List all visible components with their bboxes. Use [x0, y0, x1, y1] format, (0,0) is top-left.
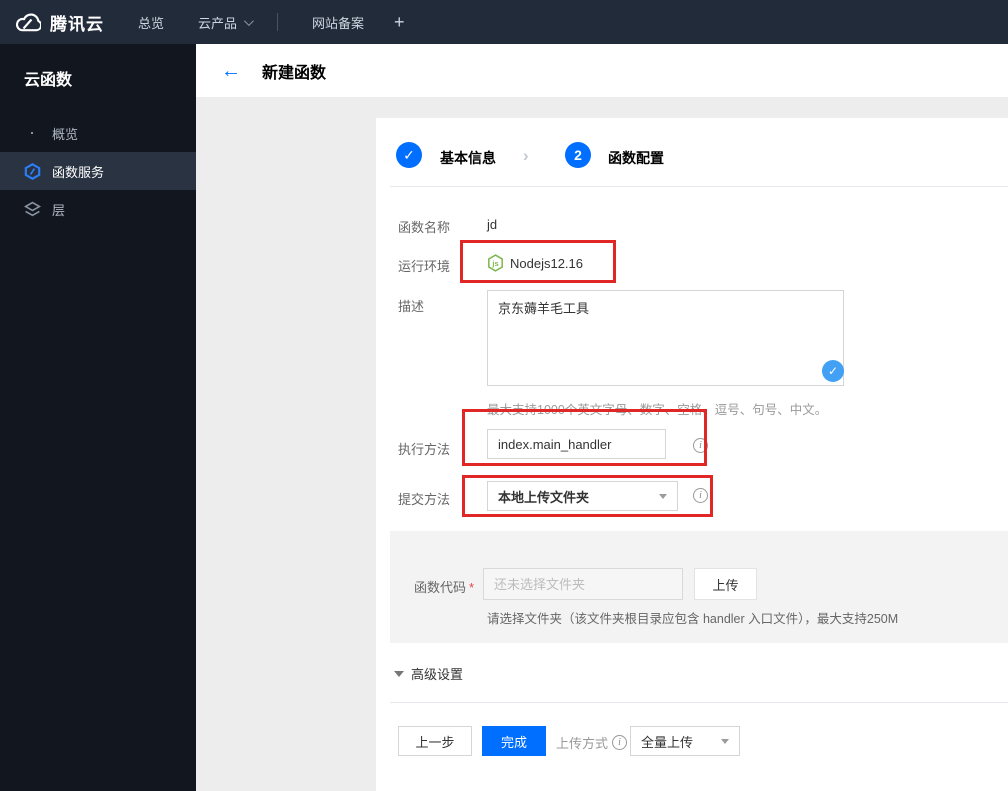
footer-divider [390, 702, 1008, 703]
upload-mode-label: 上传方式 [556, 736, 609, 751]
grid-icon [24, 125, 41, 142]
nodejs-icon: js [487, 254, 504, 277]
top-navbar: 腾讯云 总览 云产品 网站备案 + [0, 0, 1008, 44]
handler-input[interactable] [487, 429, 666, 459]
nav-item-overview[interactable]: 总览 [138, 13, 164, 32]
runtime-value: Nodejs12.16 [510, 256, 583, 271]
nav-item-website-record[interactable]: 网站备案 [312, 13, 364, 32]
step1-done-icon: ✓ [396, 142, 422, 168]
caret-down-icon [721, 738, 729, 744]
function-hexagon-icon [24, 162, 41, 180]
page-title: 新建函数 [262, 64, 327, 82]
sidebar-title: 云函数 [24, 72, 73, 89]
valid-check-icon: ✓ [822, 360, 844, 382]
step2-number: 2 [565, 142, 591, 168]
advanced-settings-label: 高级设置 [411, 667, 464, 682]
steps-divider [390, 186, 1008, 187]
function-code-label: 函数代码 * [414, 580, 475, 595]
required-asterisk: * [469, 580, 475, 595]
upload-mode-info-icon[interactable]: i [612, 735, 628, 750]
screen: 腾讯云 总览 云产品 网站备案 + 云函数 概览 函数服务 层 ← 新建函数 ✓… [0, 0, 1008, 791]
function-name-label: 函数名称 [398, 220, 451, 235]
page-header: ← 新建函数 [196, 44, 1008, 97]
handler-info-icon[interactable]: i [693, 438, 708, 453]
nav-divider [277, 13, 279, 31]
step1-label: 基本信息 [440, 150, 496, 166]
triangle-down-icon [394, 670, 404, 677]
handler-label: 执行方法 [398, 442, 451, 457]
finish-button[interactable]: 完成 [482, 726, 546, 756]
nav-item-cloud-products[interactable]: 云产品 [198, 13, 254, 32]
step2-label: 函数配置 [608, 150, 664, 166]
function-code-section: 函数代码* 上传 请选择文件夹（该文件夹根目录应包含 handler 入口文件）… [390, 531, 1008, 643]
function-name-value: jd [487, 217, 498, 232]
submit-method-info-icon[interactable]: i [693, 488, 708, 503]
tencent-cloud-logo-icon [14, 11, 41, 33]
description-label: 描述 [398, 299, 425, 314]
form-panel: ✓ 基本信息 › 2 函数配置 函数名称 jd 运行环境 js Nodejs12… [376, 118, 1008, 791]
previous-step-button[interactable]: 上一步 [398, 726, 472, 756]
layers-icon [24, 201, 41, 218]
folder-path-input[interactable] [483, 568, 683, 600]
svg-text:js: js [491, 259, 498, 268]
submit-method-value: 本地上传文件夹 [498, 489, 590, 505]
sidebar-item-layers[interactable]: 层 [0, 190, 196, 228]
sidebar-item-label: 函数服务 [52, 164, 105, 180]
sidebar-item-overview[interactable]: 概览 [0, 114, 196, 152]
description-hint: 最大支持1000个英文字母、数字、空格、逗号、句号、中文。 [487, 403, 828, 417]
nav-add-icon[interactable]: + [394, 12, 405, 33]
sidebar: 云函数 概览 函数服务 层 [0, 44, 196, 791]
submit-method-label: 提交方法 [398, 492, 451, 507]
back-arrow-icon[interactable]: ← [221, 61, 241, 81]
function-code-hint: 请选择文件夹（该文件夹根目录应包含 handler 入口文件），最大支持250M [487, 612, 899, 626]
upload-mode-value: 全量上传 [641, 734, 694, 750]
runtime-label: 运行环境 [398, 259, 451, 274]
submit-method-select[interactable]: 本地上传文件夹 [487, 481, 678, 511]
brand[interactable]: 腾讯云 [14, 10, 104, 35]
sidebar-item-function-service[interactable]: 函数服务 [0, 152, 196, 190]
upload-mode-select[interactable]: 全量上传 [630, 726, 740, 756]
chevron-down-icon [243, 15, 254, 26]
description-textarea[interactable]: 京东薅羊毛工具 [487, 290, 844, 386]
sidebar-item-label: 层 [52, 202, 66, 218]
step-chevron-icon: › [523, 146, 529, 165]
upload-mode-label-wrap: 上传方式 i [556, 733, 628, 752]
brand-name: 腾讯云 [50, 14, 104, 34]
upload-button[interactable]: 上传 [694, 568, 757, 600]
content-area: ✓ 基本信息 › 2 函数配置 函数名称 jd 运行环境 js Nodejs12… [196, 97, 1008, 791]
sidebar-item-label: 概览 [52, 126, 79, 142]
caret-down-icon [659, 493, 667, 499]
advanced-settings-toggle[interactable]: 高级设置 [394, 664, 463, 683]
